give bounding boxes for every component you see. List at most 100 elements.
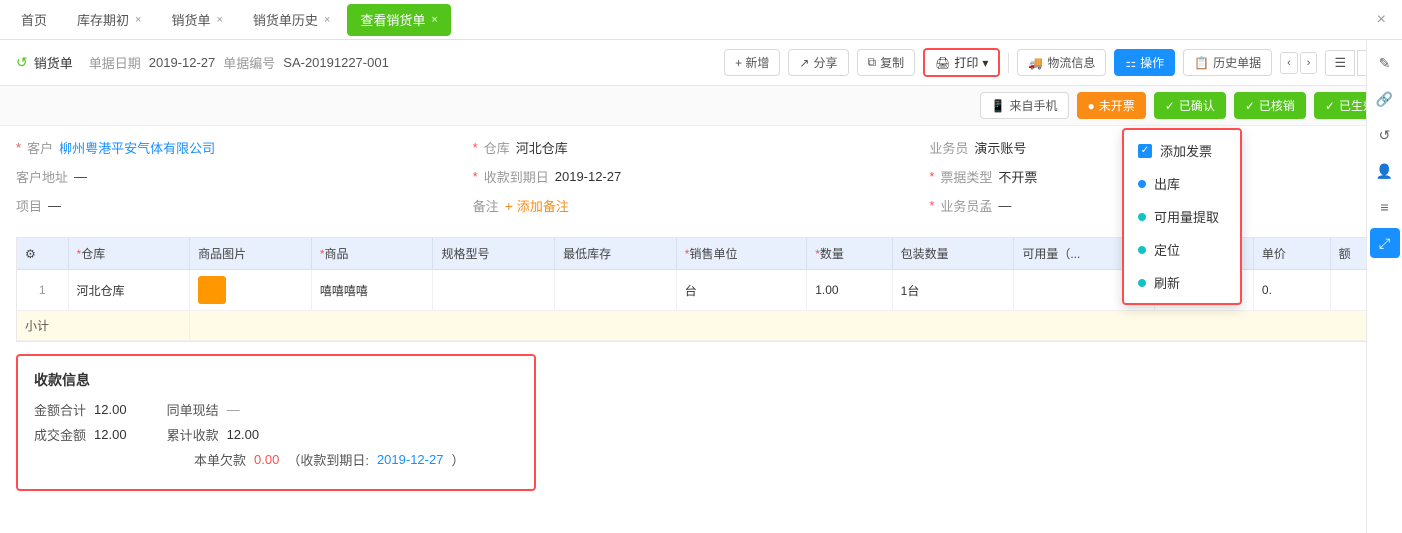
doc-title-section: ↺ 销货单 — [16, 53, 73, 72]
sidebar-link-icon[interactable]: 🔗 — [1370, 84, 1400, 114]
transaction-value: 12.00 — [94, 427, 127, 442]
edit-icon: ✎ — [1379, 55, 1391, 72]
confirmed-btn[interactable]: ✓ 已确认 — [1154, 92, 1226, 119]
logistics-button[interactable]: 🚚 物流信息 — [1017, 49, 1106, 76]
sales-staff-required: * — [929, 198, 934, 213]
col-settings[interactable]: ⚙ — [17, 238, 68, 270]
plus-icon: + — [505, 198, 513, 214]
confirmed-icon: ✓ — [1165, 99, 1175, 113]
payment-date-label: 收款到期日 — [484, 167, 549, 186]
cell-unit-price: 0. — [1253, 270, 1330, 311]
sidebar-refresh-icon[interactable]: ↺ — [1370, 120, 1400, 150]
cell-min-stock — [555, 270, 677, 311]
payment-info-row-3: 本单欠款 0.00 （收款到期日: 2019-12-27） — [34, 450, 518, 469]
cumulative-item: 累计收款 12.00 — [167, 425, 260, 444]
payment-info-row-1: 金额合计 12.00 同单现结 — — [34, 400, 518, 419]
col-warehouse: *仓库 — [68, 238, 190, 270]
payment-date-field: * 收款到期日 2019-12-27 — [473, 167, 930, 186]
add-invoice-label: 添加发票 — [1160, 141, 1212, 160]
tab-view-sale-close[interactable]: × — [431, 14, 437, 26]
doc-header: ↺ 销货单 单据日期 2019-12-27 单据编号 SA-20191227-0… — [0, 40, 1402, 86]
dropdown-locate[interactable]: 定位 — [1124, 233, 1240, 266]
mobile-icon: 📱 — [991, 99, 1006, 113]
cell-product: 嘻嘻嘻嘻 — [311, 270, 433, 311]
operations-button[interactable]: ⚏ 操作 — [1114, 49, 1175, 76]
logistics-icon: 🚚 — [1028, 56, 1043, 70]
share-button[interactable]: ↗ 分享 — [788, 49, 848, 76]
cancelled-label: 已核销 — [1259, 97, 1295, 114]
payment-date-required: * — [473, 169, 478, 184]
dropdown-add-invoice[interactable]: ✓ 添加发票 — [1124, 134, 1240, 167]
date-label: 单据日期 — [89, 53, 141, 72]
nav-next[interactable]: › — [1300, 52, 1318, 74]
tab-inventory-label: 库存期初 — [77, 10, 129, 29]
cell-warehouse: 河北仓库 — [68, 270, 190, 311]
tab-bar: 首页 库存期初 × 销货单 × 销货单历史 × 查看销货单 × × — [0, 0, 1402, 40]
dropdown-available-qty[interactable]: 可用量提取 — [1124, 200, 1240, 233]
nav-arrows: ‹ › — [1280, 52, 1317, 74]
not-opened-btn[interactable]: ● 未开票 — [1077, 92, 1146, 119]
expand-icon: ⤢ — [1379, 235, 1390, 252]
sales-staff-value: — — [998, 198, 1011, 213]
cell-row-num: 1 — [17, 270, 68, 311]
subtotal-values — [190, 311, 1385, 341]
dropdown-refresh[interactable]: 刷新 — [1124, 266, 1240, 299]
cancelled-icon: ✓ — [1245, 99, 1255, 113]
dropdown-outbound[interactable]: 出库 — [1124, 167, 1240, 200]
copy-button[interactable]: ⧉ 复制 — [857, 49, 916, 76]
print-button[interactable]: 🖨 打印 ▾ — [923, 48, 1000, 77]
total-amount-label: 金额合计 — [34, 400, 86, 419]
tab-inventory[interactable]: 库存期初 × — [64, 4, 154, 36]
sidebar-edit-icon[interactable]: ✎ — [1370, 48, 1400, 78]
transaction-item: 成交金额 12.00 — [34, 425, 127, 444]
number-label: 单据编号 — [223, 53, 275, 72]
sidebar-list-icon[interactable]: ≡ — [1370, 192, 1400, 222]
add-invoice-checkbox: ✓ — [1138, 144, 1152, 158]
col-spec: 规格型号 — [433, 238, 555, 270]
note-field: 备注 + 添加备注 — [473, 196, 930, 215]
ticket-type-label: 票据类型 — [940, 167, 992, 186]
nav-prev[interactable]: ‹ — [1280, 52, 1298, 74]
outbound-label: 出库 — [1154, 174, 1180, 193]
from-mobile-label: 来自手机 — [1009, 97, 1057, 114]
tab-sale-history-close[interactable]: × — [324, 14, 330, 26]
locate-dot — [1138, 246, 1146, 254]
tab-inventory-close[interactable]: × — [135, 14, 141, 26]
new-button[interactable]: + 新增 — [724, 49, 780, 76]
project-field: 项目 — — [16, 196, 473, 215]
cancelled-btn[interactable]: ✓ 已核销 — [1234, 92, 1306, 119]
window-close-btn[interactable]: × — [1369, 11, 1394, 29]
print-dropdown-icon: ▾ — [982, 56, 988, 70]
balance-value: 0.00 — [254, 452, 279, 467]
add-note-btn[interactable]: + 添加备注 — [505, 196, 569, 215]
cell-package-qty: 1台 — [892, 270, 1014, 311]
customer-value[interactable]: 柳州粤港平安气体有限公司 — [59, 138, 215, 157]
tab-sale-history[interactable]: 销货单历史 × — [240, 4, 343, 36]
view-list[interactable]: ☰ — [1325, 50, 1355, 76]
tab-view-sale[interactable]: 查看销货单 × — [347, 4, 450, 36]
share-label: 分享 — [813, 54, 837, 71]
tab-home[interactable]: 首页 — [8, 4, 60, 36]
tab-sale-order-close[interactable]: × — [216, 14, 222, 26]
available-qty-label: 可用量提取 — [1154, 207, 1219, 226]
from-mobile-btn[interactable]: 📱 来自手机 — [980, 92, 1069, 119]
col-product: *商品 — [311, 238, 433, 270]
user-icon: 👤 — [1376, 163, 1393, 180]
history-button[interactable]: 📋 历史单据 — [1183, 49, 1272, 76]
print-label: 打印 — [954, 54, 978, 71]
address-label: 客户地址 — [16, 167, 68, 186]
number-value: SA-20191227-001 — [283, 55, 389, 70]
sidebar-user-icon[interactable]: 👤 — [1370, 156, 1400, 186]
date-value: 2019-12-27 — [149, 55, 216, 70]
address-value: — — [74, 169, 87, 184]
single-settlement-label: 同单现结 — [167, 400, 219, 419]
tab-sale-order[interactable]: 销货单 × — [158, 4, 235, 36]
col-min-stock: 最低库存 — [555, 238, 677, 270]
link-icon: 🔗 — [1376, 91, 1393, 108]
right-sidebar: ✎ 🔗 ↺ 👤 ≡ ⤢ — [1366, 40, 1402, 533]
subtotal-label: 小计 — [17, 311, 190, 341]
content-area: ↺ 销货单 单据日期 2019-12-27 单据编号 SA-20191227-0… — [0, 40, 1402, 533]
customer-required: * — [16, 140, 21, 155]
project-value: — — [48, 198, 61, 213]
sidebar-expand-icon[interactable]: ⤢ — [1370, 228, 1400, 258]
